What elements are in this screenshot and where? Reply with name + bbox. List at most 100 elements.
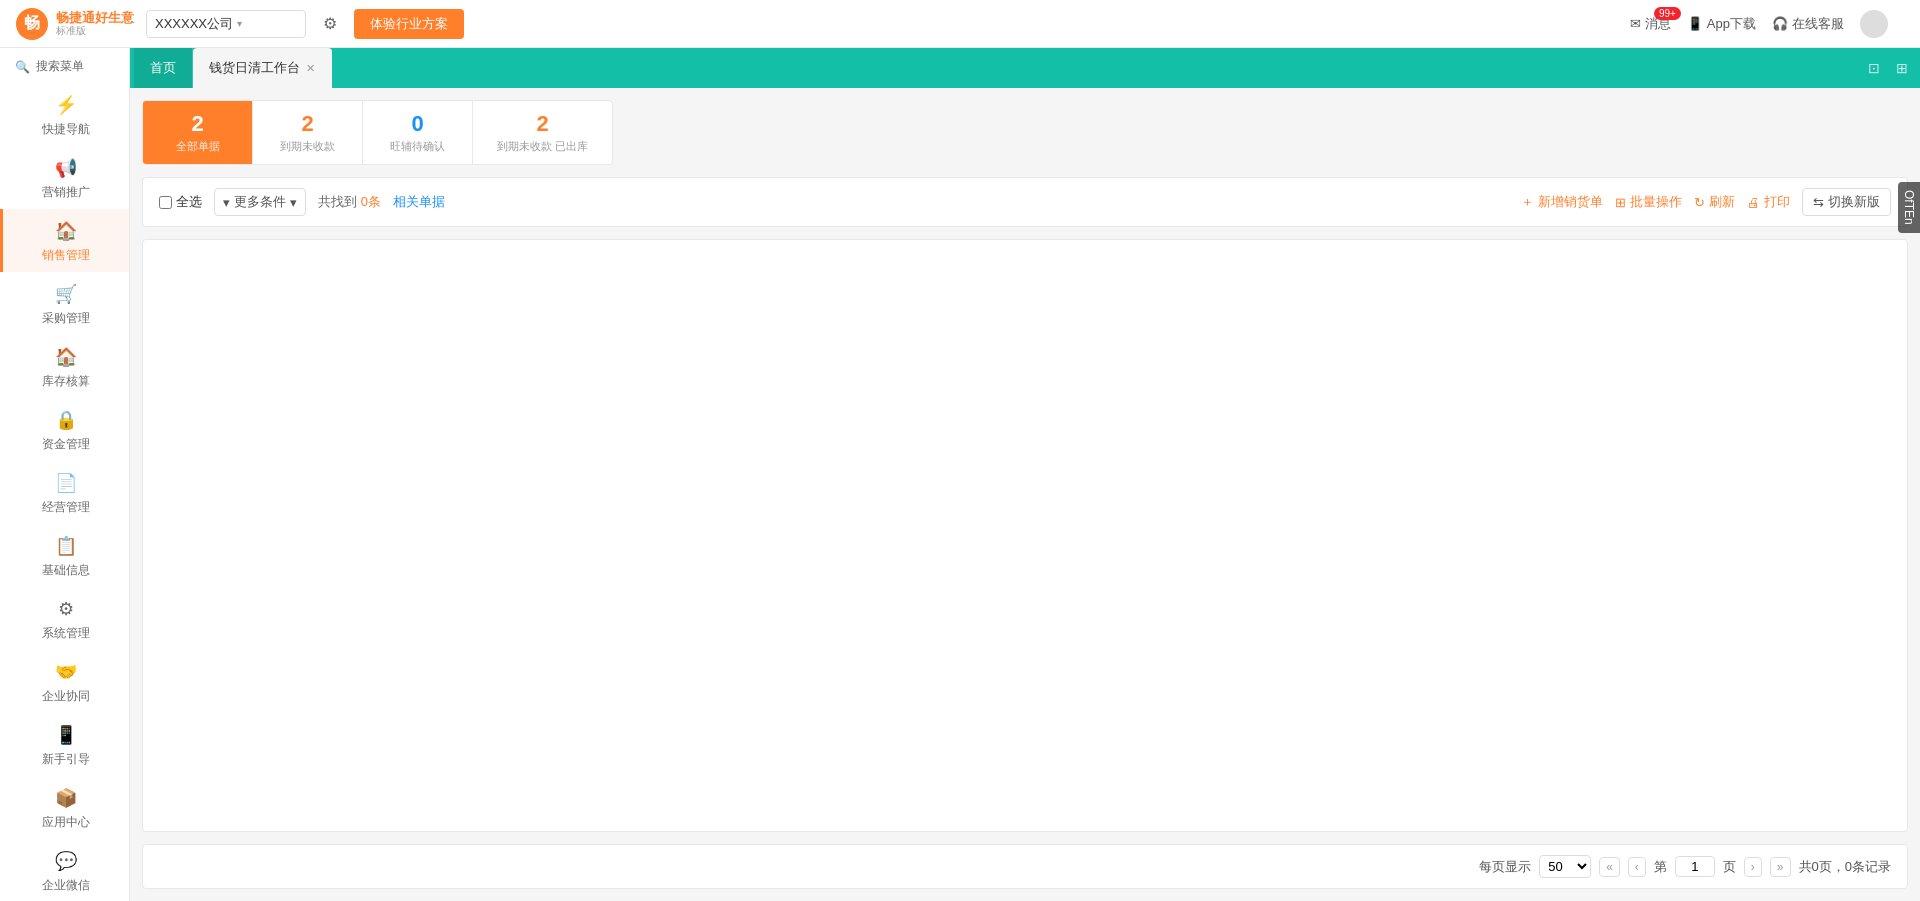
stats-tab-pending[interactable]: 0 旺辅待确认 (363, 101, 473, 164)
tab-close-icon[interactable]: ✕ (306, 62, 315, 75)
sidebar-item-finance[interactable]: 🔒 资金管理 (0, 398, 129, 461)
gear-icon: ⚙ (323, 14, 337, 33)
sidebar-item-wechat[interactable]: 💬 企业微信 (0, 839, 129, 901)
sidebar-item-system[interactable]: ⚙ 系统管理 (0, 587, 129, 650)
stats-num-pending: 0 (387, 111, 448, 137)
sidebar-item-sales[interactable]: 🏠 销售管理 (0, 209, 129, 272)
wechat-icon: 💬 (54, 849, 78, 873)
last-page-btn[interactable]: » (1770, 857, 1791, 877)
operations-icon: 📄 (54, 471, 78, 495)
sidebar-label-cooperation: 企业协同 (42, 688, 90, 705)
finance-icon: 🔒 (54, 408, 78, 432)
sidebar-label-wechat: 企业微信 (42, 877, 90, 894)
system-icon: ⚙ (54, 597, 78, 621)
print-button[interactable]: 🖨 打印 (1747, 193, 1790, 211)
stats-num-all: 2 (167, 111, 228, 137)
sidebar-label-sales: 销售管理 (42, 247, 90, 264)
search-label: 搜索菜单 (36, 58, 84, 75)
inventory-icon: 🏠 (54, 345, 78, 369)
sidebar-label-app-center: 应用中心 (42, 814, 90, 831)
print-label: 打印 (1764, 193, 1790, 211)
prev-page-btn[interactable]: ‹ (1628, 857, 1646, 877)
refresh-button[interactable]: ↻ 刷新 (1694, 193, 1735, 211)
add-sale-button[interactable]: ＋ 新增销货单 (1521, 193, 1603, 211)
switch-label: 切换新版 (1828, 193, 1880, 211)
sidebar-item-basic-info[interactable]: 📋 基础信息 (0, 524, 129, 587)
next-page-btn[interactable]: › (1744, 857, 1762, 877)
select-all-checkbox[interactable]: 全选 (159, 193, 202, 211)
per-page-label: 每页显示 (1479, 858, 1531, 876)
filter-icon: ▾ (223, 195, 230, 210)
stats-tab-overdue-out[interactable]: 2 到期未收款 已出库 (473, 101, 612, 164)
sidebar-item-marketing[interactable]: 📢 营销推广 (0, 146, 129, 209)
tab-minimize-icon[interactable]: ⊡ (1864, 56, 1884, 80)
quick-nav-icon: ⚡ (54, 93, 78, 117)
stats-label-all: 全部单据 (167, 139, 228, 154)
stats-label-overdue: 到期未收款 (277, 139, 338, 154)
sidebar-search[interactable]: 🔍 搜索菜单 (0, 48, 129, 83)
settings-icon-btn[interactable]: ⚙ (314, 8, 346, 40)
page-suffix: 页 (1723, 858, 1736, 876)
app-download-label: App下载 (1707, 15, 1756, 33)
pagination-bar: 每页显示 50 100 200 « ‹ 第 页 › » 共0页，0条记录 (142, 844, 1908, 889)
sidebar-label-quick-nav: 快捷导航 (42, 121, 90, 138)
message-btn[interactable]: ✉ 消息 99+ (1630, 15, 1671, 33)
tab-home[interactable]: 首页 (134, 48, 193, 88)
logo-icon: 畅 (16, 8, 48, 40)
sidebar-item-inventory[interactable]: 🏠 库存核算 (0, 335, 129, 398)
related-link[interactable]: 相关单据 (393, 193, 445, 211)
headset-icon: 🎧 (1772, 16, 1788, 31)
logo-text: 畅捷通好生意 标准版 (56, 10, 134, 38)
often-badge[interactable]: OfTEn (1898, 182, 1920, 233)
cooperation-icon: 🤝 (54, 660, 78, 684)
sidebar-item-operations[interactable]: 📄 经营管理 (0, 461, 129, 524)
switch-version-button[interactable]: ⇆ 切换新版 (1802, 188, 1891, 216)
online-service-btn[interactable]: 🎧 在线客服 (1772, 15, 1844, 33)
sidebar-item-guide[interactable]: 📱 新手引导 (0, 713, 129, 776)
found-prefix: 共找到 (318, 194, 357, 209)
sidebar-item-app-center[interactable]: 📦 应用中心 (0, 776, 129, 839)
phone-icon: 📱 (1687, 16, 1703, 31)
sidebar-label-operations: 经营管理 (42, 499, 90, 516)
sidebar-label-guide: 新手引导 (42, 751, 90, 768)
stats-tabs: 2 全部单据 2 到期未收款 0 旺辅待确认 2 到期未收款 已出库 (142, 100, 613, 165)
sidebar-label-marketing: 营销推广 (42, 184, 90, 201)
found-text: 共找到 0条 (318, 193, 381, 211)
filter-button[interactable]: ▾ 更多条件 ▾ (214, 188, 306, 216)
tab-actions: ⊡ ⊞ (1864, 56, 1920, 80)
stats-label-overdue-out: 到期未收款 已出库 (497, 139, 588, 154)
page-number-input[interactable] (1675, 856, 1715, 877)
sidebar-item-cooperation[interactable]: 🤝 企业协同 (0, 650, 129, 713)
select-all-label: 全选 (176, 193, 202, 211)
toolbar: 全选 ▾ 更多条件 ▾ 共找到 0条 相关单据 ＋ 新增销货单 (142, 177, 1908, 227)
stats-tab-all[interactable]: 2 全部单据 (143, 101, 253, 164)
chevron-down-icon: ▾ (237, 18, 242, 29)
message-icon: ✉ (1630, 16, 1641, 31)
stats-tab-overdue[interactable]: 2 到期未收款 (253, 101, 363, 164)
app-center-icon: 📦 (54, 786, 78, 810)
trial-button[interactable]: 体验行业方案 (354, 9, 464, 39)
content-area: 首页 钱货日清工作台 ✕ ⊡ ⊞ 2 全部单据 2 到期未收款 (130, 48, 1920, 901)
online-service-label: 在线客服 (1792, 15, 1844, 33)
top-right: ✉ 消息 99+ 📱 App下载 🎧 在线客服 (1630, 10, 1904, 38)
per-page-select[interactable]: 50 100 200 (1539, 855, 1591, 878)
table-area (142, 239, 1908, 832)
tab-maximize-icon[interactable]: ⊞ (1892, 56, 1912, 80)
select-all-input[interactable] (159, 196, 172, 209)
batch-button[interactable]: ⊞ 批量操作 (1615, 193, 1682, 211)
company-selector[interactable]: XXXXXX公司 ▾ (146, 10, 306, 38)
filter-label: 更多条件 (234, 193, 286, 211)
tab-workbench[interactable]: 钱货日清工作台 ✕ (193, 48, 332, 88)
chevron-filter-icon: ▾ (290, 195, 297, 210)
first-page-btn[interactable]: « (1599, 857, 1620, 877)
stats-num-overdue-out: 2 (497, 111, 588, 137)
refresh-label: 刷新 (1709, 193, 1735, 211)
sidebar-item-purchase[interactable]: 🛒 采购管理 (0, 272, 129, 335)
page-label: 第 (1654, 858, 1667, 876)
stats-num-overdue: 2 (277, 111, 338, 137)
sidebar-item-quick-nav[interactable]: ⚡ 快捷导航 (0, 83, 129, 146)
app-download-btn[interactable]: 📱 App下载 (1687, 15, 1756, 33)
page-content: 2 全部单据 2 到期未收款 0 旺辅待确认 2 到期未收款 已出库 (130, 88, 1920, 901)
avatar[interactable] (1860, 10, 1888, 38)
top-bar: 畅 畅捷通好生意 标准版 XXXXXX公司 ▾ ⚙ 体验行业方案 ✉ 消息 99… (0, 0, 1920, 48)
